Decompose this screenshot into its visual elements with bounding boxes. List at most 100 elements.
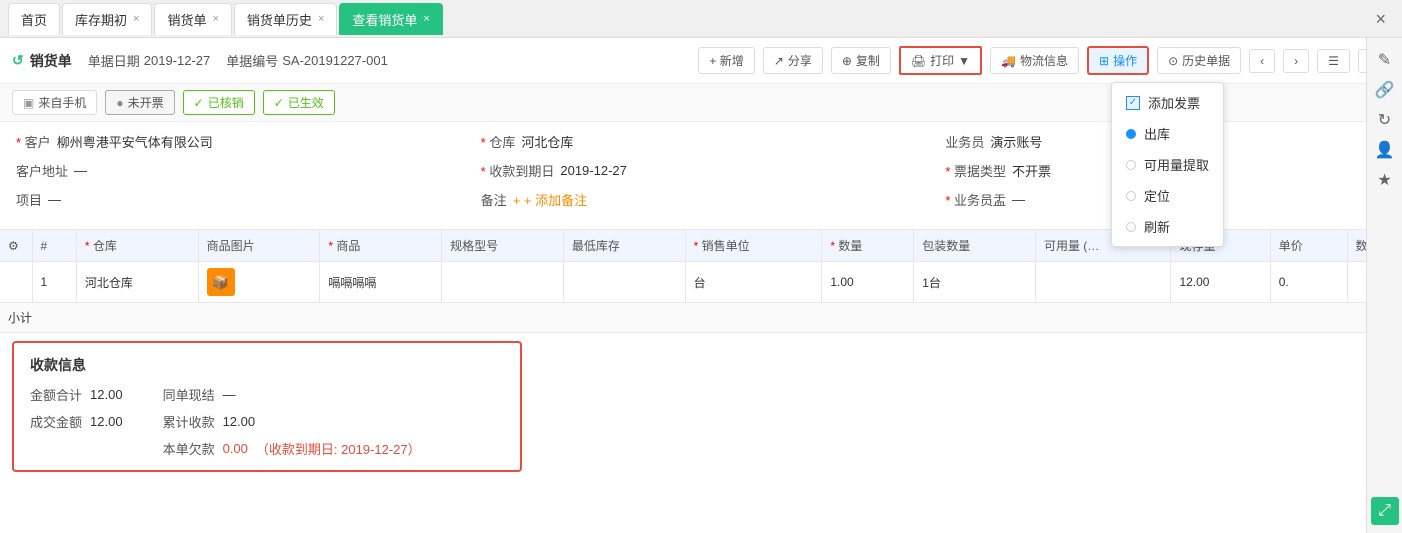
refresh-label: 刷新 xyxy=(1144,217,1170,236)
col-num: # xyxy=(32,230,76,262)
sidebar-link-icon[interactable]: 🔗 xyxy=(1371,76,1399,104)
print-dropdown-icon: ▼ xyxy=(958,54,970,68)
col-min-stock: 最低库存 xyxy=(563,230,685,262)
tab-sales-history-close[interactable]: × xyxy=(318,13,324,25)
history-button[interactable]: ⊙ 历史单据 xyxy=(1157,47,1241,74)
deal-amount-value: 12.00 xyxy=(90,414,123,429)
logistics-icon: 🚚 xyxy=(1001,54,1016,68)
no-invoice-button[interactable]: ● 未开票 xyxy=(105,90,174,115)
prev-record-button[interactable]: ‹ xyxy=(1249,49,1275,73)
tab-sales-history[interactable]: 销货单历史 × xyxy=(234,3,337,35)
copy-icon: ⊕ xyxy=(842,54,852,68)
print-button-label: 打印 xyxy=(930,52,954,69)
staff-label: 业务员 xyxy=(945,132,984,151)
print-button[interactable]: 🖨 打印 ▼ xyxy=(899,46,982,75)
dropdown-outbound[interactable]: 出库 xyxy=(1112,118,1223,149)
row-available xyxy=(1035,262,1170,303)
project-value: — xyxy=(48,192,61,207)
add-note-label: + 添加备注 xyxy=(524,193,587,208)
sidebar-edit-icon[interactable]: ✎ xyxy=(1371,46,1399,74)
verified-button[interactable]: ✓ 已核销 xyxy=(183,90,255,115)
outbound-dot-icon xyxy=(1126,129,1136,139)
payment-title: 收款信息 xyxy=(30,355,504,375)
sidebar-user-icon[interactable]: 👤 xyxy=(1371,136,1399,164)
due-date-field: 收款到期日 2019-12-27 xyxy=(481,161,922,180)
row-warehouse: 河北仓库 xyxy=(76,262,198,303)
col-warehouse: 仓库 xyxy=(76,230,198,262)
verified-label: 已核销 xyxy=(208,94,244,111)
row-spec xyxy=(442,262,564,303)
tab-inventory-init-label: 库存期初 xyxy=(75,10,127,29)
tab-inventory-init[interactable]: 库存期初 × xyxy=(62,3,152,35)
tab-home[interactable]: 首页 xyxy=(8,3,60,35)
table-subtotal-row: 小计 xyxy=(0,303,1402,333)
warehouse-label: 仓库 xyxy=(481,132,516,151)
operation-button[interactable]: ⊞ 操作 xyxy=(1087,46,1149,75)
tab-sales-history-label: 销货单历史 xyxy=(247,10,312,29)
doc-header-actions: + 新增 ↗ 分享 ⊕ 复制 🖨 打印 ▼ xyxy=(698,46,1390,75)
new-button[interactable]: + 新增 xyxy=(698,47,754,74)
tab-inventory-init-close[interactable]: × xyxy=(133,13,139,25)
address-field: 客户地址 — xyxy=(16,161,457,180)
refresh-dot-icon xyxy=(1126,222,1136,232)
col-pack-qty: 包装数量 xyxy=(914,230,1036,262)
new-button-label: + 新增 xyxy=(709,52,743,69)
sidebar-star-icon[interactable]: ★ xyxy=(1371,166,1399,194)
tab-view-sales-close[interactable]: × xyxy=(423,13,429,25)
from-phone-button[interactable]: ▣ 来自手机 xyxy=(12,90,97,115)
same-order-value: — xyxy=(223,387,236,402)
staff2-label: 业务员盂 xyxy=(945,190,1006,209)
locate-label: 定位 xyxy=(1144,186,1170,205)
tab-sales-order-close[interactable]: × xyxy=(212,13,218,25)
row-qty: 1.00 xyxy=(822,262,914,303)
table-row: 1 河北仓库 📦 嗝嗝嗝嗝 台 1.00 1台 xyxy=(0,262,1402,303)
subtotal-cell: 小计 xyxy=(0,303,1402,333)
dropdown-add-invoice[interactable]: ✓ 添加发票 xyxy=(1112,87,1223,118)
balance-suffix: （收款到期日: 2019-12-27） xyxy=(256,439,421,458)
locate-dot-icon xyxy=(1126,191,1136,201)
list-view-button[interactable]: ☰ xyxy=(1317,49,1350,73)
row-stock: 12.00 xyxy=(1171,262,1270,303)
history-icon: ⊙ xyxy=(1168,54,1178,68)
deal-amount-label: 成交金额 xyxy=(30,412,82,431)
next-record-button[interactable]: › xyxy=(1283,49,1309,73)
sidebar-expand-icon[interactable]: ⤢ xyxy=(1371,497,1399,525)
add-invoice-checkbox-icon: ✓ xyxy=(1126,96,1140,110)
share-icon: ↗ xyxy=(774,54,784,68)
right-sidebar: ✎ 🔗 ↻ 👤 ★ ⤢ xyxy=(1366,38,1402,533)
row-product: 嗝嗝嗝嗝 xyxy=(320,262,442,303)
logistics-button[interactable]: 🚚 物流信息 xyxy=(990,47,1079,74)
operation-icon: ⊞ xyxy=(1099,54,1109,68)
tab-view-sales[interactable]: 查看销货单 × xyxy=(339,3,442,35)
same-order-settlement-item: 同单现结 — xyxy=(163,385,421,404)
quantity-fetch-label: 可用量提取 xyxy=(1144,155,1209,174)
sidebar-refresh-icon[interactable]: ↻ xyxy=(1371,106,1399,134)
window-close-button[interactable]: × xyxy=(1363,0,1398,38)
address-label: 客户地址 xyxy=(16,161,68,180)
due-date-value: 2019-12-27 xyxy=(560,163,627,178)
copy-button[interactable]: ⊕ 复制 xyxy=(831,47,891,74)
effective-button[interactable]: ✓ 已生效 xyxy=(263,90,335,115)
note-placeholder[interactable]: + + 添加备注 xyxy=(513,190,587,209)
dropdown-quantity-fetch[interactable]: 可用量提取 xyxy=(1112,149,1223,180)
subtotal-label: 小计 xyxy=(8,311,32,325)
col-spec: 规格型号 xyxy=(442,230,564,262)
copy-button-label: 复制 xyxy=(856,52,880,69)
dropdown-refresh[interactable]: 刷新 xyxy=(1112,211,1223,242)
logistics-button-label: 物流信息 xyxy=(1020,52,1068,69)
warehouse-value: 河北仓库 xyxy=(521,132,573,151)
staff-value: 演示账号 xyxy=(990,132,1042,151)
share-button[interactable]: ↗ 分享 xyxy=(763,47,823,74)
dropdown-locate[interactable]: 定位 xyxy=(1112,180,1223,211)
same-order-label: 同单现结 xyxy=(163,385,215,404)
operation-button-label: 操作 xyxy=(1113,52,1137,69)
amount-total-label: 金额合计 xyxy=(30,385,82,404)
row-image: 📦 xyxy=(198,262,320,303)
tab-sales-order[interactable]: 销货单 × xyxy=(154,3,231,35)
row-num: 1 xyxy=(32,262,76,303)
effective-icon: ✓ xyxy=(274,96,284,110)
staff2-value: — xyxy=(1012,192,1025,207)
doc-date-label: 单据日期 xyxy=(88,51,140,70)
total-received-item: 累计收款 12.00 xyxy=(163,412,421,431)
customer-label: 客户 xyxy=(16,132,51,151)
